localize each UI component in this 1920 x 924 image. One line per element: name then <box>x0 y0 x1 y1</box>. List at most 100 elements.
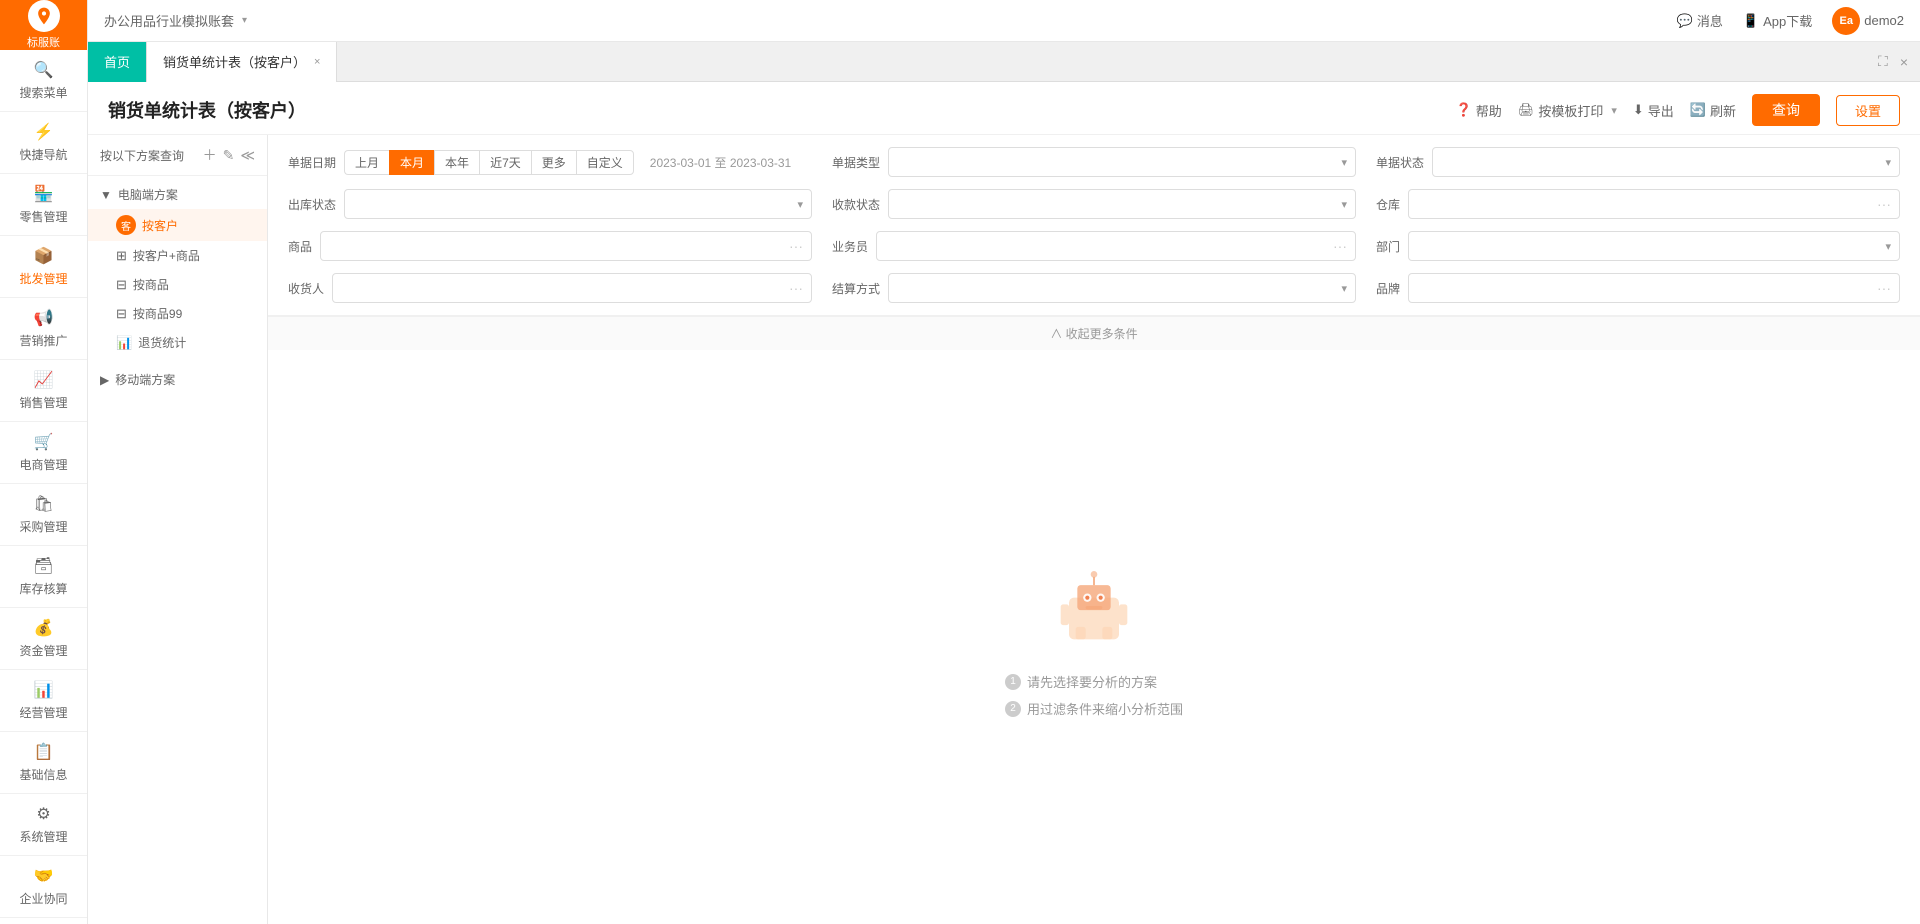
inventory-icon: 🗃 <box>33 556 53 576</box>
stock-status-select[interactable]: ▾ <box>344 189 812 219</box>
sidebar-item-retail[interactable]: 🏪 零售管理 <box>0 174 87 236</box>
sidebar-label-basicinfo: 基础信息 <box>19 766 67 783</box>
receiver-dots[interactable]: ··· <box>789 280 803 296</box>
tab-close-icon[interactable]: × <box>314 56 320 68</box>
tab-bar: 首页 销货单统计表（按客户） × ⛶ × <box>88 42 1920 82</box>
date-tab-last-month[interactable]: 上月 <box>344 150 389 175</box>
tree-item-customer-goods[interactable]: ⊞ 按客户+商品 <box>88 241 267 270</box>
empty-tips: 1 请先选择要分析的方案 2 用过滤条件来缩小分析范围 <box>1005 672 1183 718</box>
customer-goods-icon: ⊞ <box>116 248 127 264</box>
receiver-select[interactable]: ··· <box>332 273 812 303</box>
wholesale-icon: 📦 <box>34 246 54 266</box>
date-tab-this-month[interactable]: 本月 <box>389 150 434 175</box>
sidebar-item-system[interactable]: ⚙ 系统管理 <box>0 794 87 856</box>
goods-dots[interactable]: ··· <box>789 238 803 254</box>
sidebar-item-purchase[interactable]: 🛍 采购管理 <box>0 484 87 546</box>
body-layout: 按以下方案查询 ＋ ✎ ≪ ▼ 电脑端方案 客 按客户 <box>88 135 1920 924</box>
salesperson-select[interactable]: ··· <box>876 231 1356 261</box>
sidebar-item-inventory[interactable]: 🗃 库存核算 <box>0 546 87 608</box>
maximize-icon[interactable]: ⛶ <box>1878 53 1888 70</box>
brand-select[interactable]: ··· <box>1408 273 1900 303</box>
tree-group-mobile-label: 移动端方案 <box>115 371 175 388</box>
tip-num-1: 1 <box>1005 674 1021 690</box>
sidebar-item-search[interactable]: 🔍 搜索菜单 <box>0 50 87 112</box>
filter-row-3: 商品 ··· 业务员 ··· <box>288 231 1900 261</box>
doc-type-select[interactable]: ▾ <box>888 147 1356 177</box>
goods-icon: ⊟ <box>116 277 127 293</box>
tree-group-mobile-header[interactable]: ▶ 移动端方案 <box>88 365 267 394</box>
collapse-bar[interactable]: ∧ 收起更多条件 <box>268 316 1920 350</box>
tree-item-by-customer[interactable]: 客 按客户 <box>88 209 267 241</box>
collapse-panel-icon[interactable]: ≪ <box>240 147 255 164</box>
refresh-button[interactable]: 🔄 刷新 <box>1690 101 1736 120</box>
brand-dots[interactable]: ··· <box>1877 280 1891 296</box>
department-select[interactable]: ▾ <box>1408 231 1900 261</box>
tab-active[interactable]: 销货单统计表（按客户） × <box>147 42 337 82</box>
warehouse-select[interactable]: ··· <box>1408 189 1900 219</box>
user-profile[interactable]: Ea demo2 <box>1832 7 1904 35</box>
refresh-icon: 🔄 <box>1690 102 1706 118</box>
sidebar-item-wholesale[interactable]: 📦 批发管理 <box>0 236 87 298</box>
date-tab-7days[interactable]: 近7天 <box>479 150 531 175</box>
doc-status-chevron: ▾ <box>1885 156 1891 169</box>
marketing-icon: 📢 <box>34 308 54 328</box>
tree-item-goods-label: 按商品 <box>133 276 169 293</box>
sidebar-label-purchase: 采购管理 <box>19 518 67 535</box>
sidebar-item-marketing[interactable]: 📢 营销推广 <box>0 298 87 360</box>
settlement-label: 结算方式 <box>832 280 880 297</box>
date-tab-more[interactable]: 更多 <box>531 150 576 175</box>
salesperson-dots[interactable]: ··· <box>1333 238 1347 254</box>
tree-item-by-goods[interactable]: ⊟ 按商品 <box>88 270 267 299</box>
settlement-chevron: ▾ <box>1341 282 1347 295</box>
industry-dropdown-icon[interactable]: ▾ <box>242 15 247 26</box>
filter-receiver: 收货人 ··· <box>288 273 812 303</box>
purchase-icon: 🛍 <box>33 494 53 514</box>
empty-tip-2: 2 用过滤条件来缩小分析范围 <box>1005 699 1183 718</box>
print-button[interactable]: 🖨 按模板打印 ▾ <box>1518 101 1617 120</box>
date-tab-this-year[interactable]: 本年 <box>434 150 479 175</box>
settings-button[interactable]: 设置 <box>1836 95 1900 126</box>
goods99-icon: ⊟ <box>116 306 127 322</box>
tree-group-mobile-expand-icon: ▶ <box>100 373 109 387</box>
app-logo[interactable]: 标服账 <box>0 0 88 50</box>
filter-settlement: 结算方式 ▾ <box>832 273 1356 303</box>
warehouse-dots[interactable]: ··· <box>1877 196 1891 212</box>
department-label: 部门 <box>1376 238 1400 255</box>
sidebar-item-finance[interactable]: 💰 资金管理 <box>0 608 87 670</box>
tree-item-goods99[interactable]: ⊟ 按商品99 <box>88 299 267 328</box>
settlement-select[interactable]: ▾ <box>888 273 1356 303</box>
sidebar-item-quicknav[interactable]: ⚡ 快捷导航 <box>0 112 87 174</box>
download-label: App下载 <box>1763 11 1812 30</box>
tree-group-desktop-header[interactable]: ▼ 电脑端方案 <box>88 180 267 209</box>
download-button[interactable]: 📱 App下载 <box>1743 11 1812 30</box>
search-icon: 🔍 <box>34 60 54 80</box>
payment-status-select[interactable]: ▾ <box>888 189 1356 219</box>
help-icon: ❓ <box>1456 102 1472 118</box>
doc-status-select[interactable]: ▾ <box>1432 147 1900 177</box>
tab-home[interactable]: 首页 <box>88 42 147 82</box>
message-button[interactable]: 💬 消息 <box>1677 11 1723 30</box>
tree-item-return-stats[interactable]: 📊 退货统计 <box>88 328 267 357</box>
sidebar-item-operations[interactable]: 📊 经营管理 <box>0 670 87 732</box>
goods-label: 商品 <box>288 238 312 255</box>
sidebar-item-ecommerce[interactable]: 🛒 电商管理 <box>0 422 87 484</box>
sidebar-item-newbie[interactable]: 🎯 新手引导 <box>0 918 87 924</box>
collapse-label: ∧ 收起更多条件 <box>1050 327 1137 341</box>
finance-icon: 💰 <box>34 618 54 638</box>
export-button[interactable]: ⬇ 导出 <box>1633 101 1674 120</box>
add-scheme-icon[interactable]: ＋ <box>203 145 217 165</box>
return-stats-icon: 📊 <box>116 335 132 351</box>
date-tabs: 上月 本月 本年 近7天 更多 自定义 <box>344 150 634 175</box>
goods-select[interactable]: ··· <box>320 231 812 261</box>
sidebar-item-collab[interactable]: 🤝 企业协同 <box>0 856 87 918</box>
sidebar-item-sales[interactable]: 📈 销售管理 <box>0 360 87 422</box>
date-tab-custom[interactable]: 自定义 <box>576 150 634 175</box>
close-window-icon[interactable]: × <box>1900 54 1908 70</box>
help-button[interactable]: ❓ 帮助 <box>1456 101 1502 120</box>
system-icon: ⚙ <box>36 804 50 824</box>
edit-scheme-icon[interactable]: ✎ <box>223 147 235 164</box>
sidebar-item-basicinfo[interactable]: 📋 基础信息 <box>0 732 87 794</box>
query-button[interactable]: 查询 <box>1752 94 1820 126</box>
left-panel-title: 按以下方案查询 <box>100 147 184 164</box>
filter-department: 部门 ▾ <box>1376 231 1900 261</box>
